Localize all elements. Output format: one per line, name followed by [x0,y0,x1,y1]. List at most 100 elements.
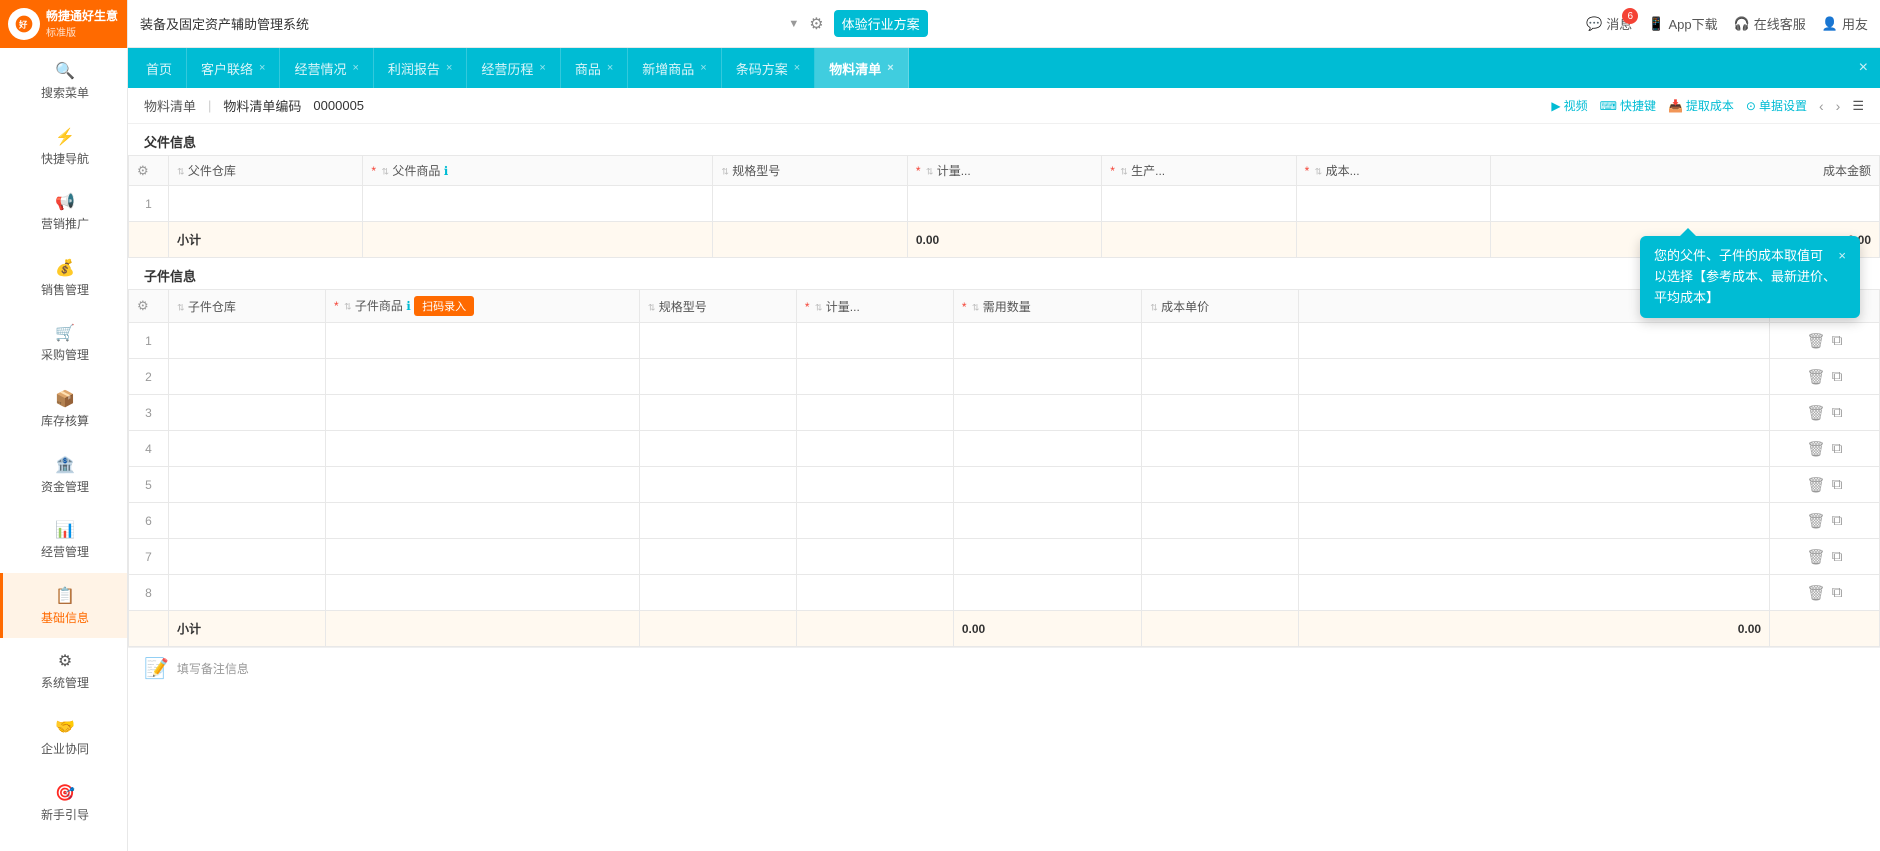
tab-goods-close[interactable]: × [607,62,613,74]
message-action[interactable]: 💬 消息 6 [1586,14,1632,33]
child-settings-gear-icon[interactable]: ⚙ [137,298,149,313]
copy-icon-5[interactable]: ⧉ [1832,476,1843,493]
child-warehouse-cell-8[interactable] [169,575,326,611]
parent-unit-cell-1[interactable] [907,186,1101,222]
copy-icon-2[interactable]: ⧉ [1832,368,1843,385]
child-warehouse-cell-3[interactable] [169,395,326,431]
child-quantity-cell-2[interactable] [953,359,1141,395]
online-service-action[interactable]: 🎧 在线客服 [1734,14,1806,33]
parent-settings-gear-icon[interactable]: ⚙ [137,163,149,178]
close-all-tabs-button[interactable]: × [1851,59,1876,77]
tab-customer[interactable]: 客户联络 × [187,48,280,88]
child-spec-cell-4[interactable] [639,431,796,467]
child-cost-amount-cell-3[interactable] [1299,395,1770,431]
tab-goods[interactable]: 商品 × [561,48,628,88]
child-unit-price-cell-5[interactable] [1142,467,1299,503]
nav-prev-icon[interactable]: ‹ [1819,98,1824,114]
child-spec-cell-6[interactable] [639,503,796,539]
child-unit-cell-4[interactable] [796,431,953,467]
sidebar-item-basic-info[interactable]: 📋 基础信息 [0,573,127,639]
child-spec-cell-8[interactable] [639,575,796,611]
single-settings-button[interactable]: ⊙ 单据设置 [1746,97,1807,114]
copy-icon-7[interactable]: ⧉ [1832,548,1843,565]
child-warehouse-cell-2[interactable] [169,359,326,395]
child-cost-amount-cell-6[interactable] [1299,503,1770,539]
tab-history-close[interactable]: × [539,62,545,74]
delete-icon-6[interactable]: 🗑 [1807,512,1826,530]
child-spec-cell-2[interactable] [639,359,796,395]
child-unit-cell-2[interactable] [796,359,953,395]
tab-new-goods-close[interactable]: × [700,62,706,74]
child-warehouse-cell-7[interactable] [169,539,326,575]
child-spec-cell-3[interactable] [639,395,796,431]
delete-icon-3[interactable]: 🗑 [1807,404,1826,422]
child-cost-amount-cell-2[interactable] [1299,359,1770,395]
parent-cost-amount-cell-1[interactable] [1491,186,1880,222]
sidebar-item-operations[interactable]: 📊 经营管理 [0,507,127,573]
copy-icon-4[interactable]: ⧉ [1832,440,1843,457]
child-quantity-cell-3[interactable] [953,395,1141,431]
breadcrumb-parent[interactable]: 物料清单 [144,96,196,115]
shortcut-tool-button[interactable]: ⌨ 快捷键 [1600,97,1656,114]
delete-icon-2[interactable]: 🗑 [1807,368,1826,386]
sidebar-item-enterprise[interactable]: 🤝 企业协同 [0,704,127,770]
tab-home[interactable]: 首页 [132,48,187,88]
child-cost-amount-cell-1[interactable] [1299,323,1770,359]
sidebar-item-purchase[interactable]: 🛒 采购管理 [0,310,127,376]
child-product-cell-4[interactable] [325,431,639,467]
app-download-action[interactable]: 📱 App下载 [1648,14,1717,33]
child-cost-amount-cell-4[interactable] [1299,431,1770,467]
child-product-cell-2[interactable] [325,359,639,395]
tab-bom-close[interactable]: × [887,62,893,74]
tab-profit-close[interactable]: × [446,62,452,74]
child-quantity-cell-1[interactable] [953,323,1141,359]
child-unit-price-cell-2[interactable] [1142,359,1299,395]
child-spec-cell-5[interactable] [639,467,796,503]
tab-operation-close[interactable]: × [352,62,358,74]
tab-new-goods[interactable]: 新增商品 × [628,48,721,88]
child-unit-price-cell-4[interactable] [1142,431,1299,467]
parent-production-cell-1[interactable] [1102,186,1296,222]
child-unit-cell-8[interactable] [796,575,953,611]
child-unit-price-cell-3[interactable] [1142,395,1299,431]
child-quantity-cell-8[interactable] [953,575,1141,611]
child-unit-cell-7[interactable] [796,539,953,575]
tab-history[interactable]: 经营历程 × [467,48,560,88]
child-quantity-cell-5[interactable] [953,467,1141,503]
tab-barcode[interactable]: 条码方案 × [722,48,815,88]
child-product-cell-7[interactable] [325,539,639,575]
experience-plan-button[interactable]: 体验行业方案 [834,10,928,37]
copy-icon-6[interactable]: ⧉ [1832,512,1843,529]
tooltip-close-button[interactable]: × [1838,246,1846,267]
child-cost-amount-cell-7[interactable] [1299,539,1770,575]
sidebar-item-sales[interactable]: 💰 销售管理 [0,245,127,311]
sidebar-item-system[interactable]: ⚙ 系统管理 [0,638,127,704]
delete-icon-4[interactable]: 🗑 [1807,440,1826,458]
nav-next-icon[interactable]: › [1836,98,1841,114]
child-unit-price-cell-8[interactable] [1142,575,1299,611]
tab-bom[interactable]: 物料清单 × [815,48,908,88]
parent-product-cell-1[interactable] [363,186,713,222]
child-unit-cell-5[interactable] [796,467,953,503]
child-spec-cell-1[interactable] [639,323,796,359]
sidebar-item-finance[interactable]: 🏦 资金管理 [0,442,127,508]
parent-warehouse-cell-1[interactable] [169,186,363,222]
user-action[interactable]: 👤 用友 [1822,14,1868,33]
tab-profit[interactable]: 利润报告 × [374,48,467,88]
copy-icon-8[interactable]: ⧉ [1832,584,1843,601]
delete-icon-1[interactable]: 🗑 [1807,332,1826,350]
extract-cost-button[interactable]: 📥 提取成本 [1668,97,1734,114]
sidebar-item-guide[interactable]: 🎯 新手引导 [0,770,127,836]
settings-gear-icon[interactable]: ⚙ [809,14,823,34]
child-cost-amount-cell-8[interactable] [1299,575,1770,611]
copy-icon-3[interactable]: ⧉ [1832,404,1843,421]
child-cost-amount-cell-5[interactable] [1299,467,1770,503]
child-quantity-cell-6[interactable] [953,503,1141,539]
child-quantity-cell-4[interactable] [953,431,1141,467]
parent-spec-cell-1[interactable] [713,186,907,222]
sidebar-item-inventory[interactable]: 📦 库存核算 [0,376,127,442]
child-product-cell-8[interactable] [325,575,639,611]
sidebar-item-search[interactable]: 🔍 搜索菜单 [0,48,127,114]
tab-operation[interactable]: 经营情况 × [280,48,373,88]
child-spec-cell-7[interactable] [639,539,796,575]
